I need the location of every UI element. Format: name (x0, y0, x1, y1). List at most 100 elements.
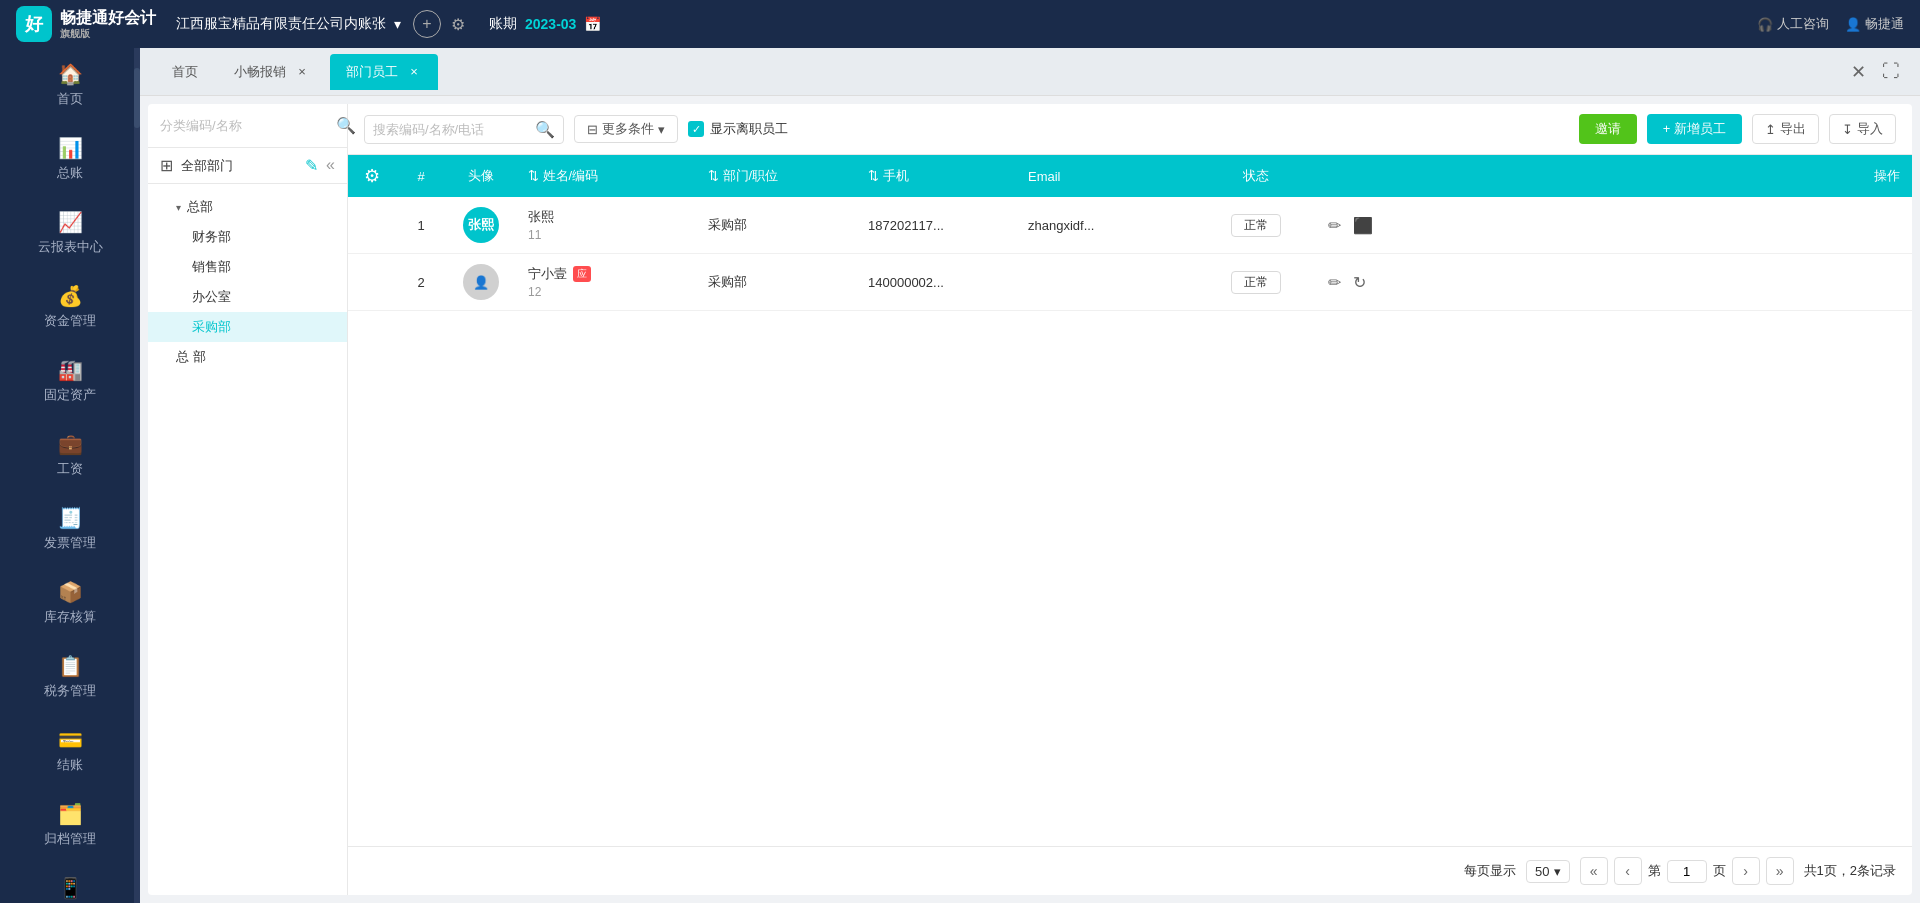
dept-collapse-icon[interactable]: « (326, 156, 335, 175)
tab-expand-btn[interactable]: ⛶ (1878, 57, 1904, 86)
sidebar-item-reports[interactable]: 📈 云报表中心 (0, 196, 140, 270)
table-row: 2 👤 宁小壹 (348, 254, 1912, 311)
tab-close-window-btn[interactable]: ✕ (1847, 57, 1870, 87)
dept-header: ⊞ 全部部门 ✎ « (148, 148, 347, 184)
invite-btn[interactable]: 邀请 (1579, 114, 1637, 144)
sidebar-label-salary: 工资 (57, 460, 83, 478)
employee-table: ⚙ # 头像 ⇅ 姓名/编码 ⇅ 部门/职位 (348, 155, 1912, 311)
dept-zongbu2-label: 总 部 (176, 348, 206, 366)
dept-purchase-label: 采购部 (192, 318, 231, 336)
page-prefix: 第 (1648, 862, 1661, 880)
table-header-row: ⚙ # 头像 ⇅ 姓名/编码 ⇅ 部门/职位 (348, 155, 1912, 197)
add-emp-btn[interactable]: + 新增员工 (1647, 114, 1742, 144)
row1-index: 1 (396, 197, 446, 254)
th-name[interactable]: ⇅ 姓名/编码 (516, 155, 696, 197)
per-page-select[interactable]: 50 ▾ (1526, 860, 1569, 883)
th-status: 状态 (1196, 155, 1316, 197)
assets-icon: 🏭 (58, 358, 83, 382)
company-selector[interactable]: 江西服宝精品有限责任公司内账张 ▾ (176, 15, 401, 33)
page-input[interactable] (1667, 860, 1707, 883)
row1-phone: 187202117... (856, 197, 1016, 254)
user-area[interactable]: 👤 畅捷通 (1845, 15, 1904, 33)
top-header: 好 畅捷通好会计 旗舰版 江西服宝精品有限责任公司内账张 ▾ + ⚙ 账期 20… (0, 0, 1920, 48)
sidebar-item-invoice[interactable]: 🧾 发票管理 (0, 492, 140, 566)
sidebar-item-home[interactable]: 🏠 首页 (0, 48, 140, 122)
dept-header-actions: ✎ « (305, 156, 335, 175)
sidebar-item-assets[interactable]: 🏭 固定资产 (0, 344, 140, 418)
dept-item-zongbu[interactable]: ▾ 总部 (148, 192, 347, 222)
table-body: 1 张熙 张熙 11 (348, 197, 1912, 311)
row1-status: 正常 (1196, 197, 1316, 254)
th-avatar: 头像 (446, 155, 516, 197)
import-btn[interactable]: ↧ 导入 (1829, 114, 1896, 144)
prev-page-btn[interactable]: ‹ (1614, 857, 1642, 885)
tab-expense-close[interactable]: × (294, 64, 310, 80)
dept-item-office[interactable]: 办公室 (148, 282, 347, 312)
settings-btn[interactable]: ⚙ (451, 15, 465, 34)
dept-item-sales[interactable]: 销售部 (148, 252, 347, 282)
period-label: 账期 (489, 15, 517, 33)
emp-search-input[interactable] (373, 122, 529, 137)
row2-phone: 140000002... (856, 254, 1016, 311)
row1-dept: 采购部 (696, 197, 856, 254)
row1-exit-icon[interactable]: ⬛ (1353, 216, 1373, 235)
settings-th-icon[interactable]: ⚙ (364, 166, 380, 186)
row2-edit-icon[interactable]: ✏ (1328, 273, 1341, 292)
row1-avatar: 张熙 (463, 207, 499, 243)
sidebar-item-close[interactable]: 💳 结账 (0, 714, 140, 788)
tabs-bar: 首页 小畅报销 × 部门员工 × ✕ ⛶ (140, 48, 1920, 96)
period-area: 账期 2023-03 📅 (489, 15, 601, 33)
dept-item-purchase[interactable]: 采购部 (148, 312, 347, 342)
tab-expense-label: 小畅报销 (234, 63, 286, 81)
emp-search-icon[interactable]: 🔍 (535, 120, 555, 139)
dept-all-label[interactable]: 全部部门 (181, 157, 297, 175)
sidebar-label-tax: 税务管理 (44, 682, 96, 700)
sidebar-item-tax[interactable]: 📋 税务管理 (0, 640, 140, 714)
company-dropdown-icon: ▾ (394, 16, 401, 32)
th-settings[interactable]: ⚙ (348, 155, 396, 197)
tab-home[interactable]: 首页 (156, 54, 214, 90)
sidebar-item-inventory[interactable]: 📦 库存核算 (0, 566, 140, 640)
dept-item-zongbu2[interactable]: 总 部 (148, 342, 347, 372)
calendar-icon[interactable]: 📅 (584, 16, 601, 32)
filter-btn[interactable]: ⊟ 更多条件 ▾ (574, 115, 678, 143)
row2-refresh-icon[interactable]: ↻ (1353, 273, 1366, 292)
dept-item-finance[interactable]: 财务部 (148, 222, 347, 252)
sidebar-item-archive[interactable]: 🗂️ 归档管理 (0, 788, 140, 862)
th-index: # (396, 155, 446, 197)
show-resigned-toggle[interactable]: ✓ 显示离职员工 (688, 120, 788, 138)
sidebar-item-expense[interactable]: 📱 小畅报销 (0, 862, 140, 903)
per-page-label: 每页显示 (1464, 862, 1516, 880)
last-page-btn[interactable]: » (1766, 857, 1794, 885)
tax-icon: 📋 (58, 654, 83, 678)
first-page-btn[interactable]: « (1580, 857, 1608, 885)
dept-tree: ▾ 总部 财务部 销售部 办公室 采购部 (148, 184, 347, 895)
sidebar-item-ledger[interactable]: 📊 总账 (0, 122, 140, 196)
row1-edit-icon[interactable]: ✏ (1328, 216, 1341, 235)
row1-email: zhangxidf... (1016, 197, 1196, 254)
dept-finance-label: 财务部 (192, 228, 231, 246)
total-records: 共1页，2条记录 (1804, 862, 1896, 880)
dept-search-input[interactable] (160, 118, 328, 133)
pagination-bar: 每页显示 50 ▾ « ‹ 第 页 › » 共1页，2条记录 (348, 846, 1912, 895)
row2-code: 12 (528, 285, 684, 299)
th-dept[interactable]: ⇅ 部门/职位 (696, 155, 856, 197)
page-nav: « ‹ 第 页 › » (1580, 857, 1794, 885)
support-btn[interactable]: 🎧 人工咨询 (1757, 15, 1829, 33)
sidebar-item-salary[interactable]: 💼 工资 (0, 418, 140, 492)
export-btn[interactable]: ↥ 导出 (1752, 114, 1819, 144)
close-icon: 💳 (58, 728, 83, 752)
dept-add-icon[interactable]: ✎ (305, 156, 318, 175)
tab-department[interactable]: 部门员工 × (330, 54, 438, 90)
sidebar-item-funds[interactable]: 💰 资金管理 (0, 270, 140, 344)
add-company-btn[interactable]: + (413, 10, 441, 38)
resigned-checkbox[interactable]: ✓ (688, 121, 704, 137)
tab-expense[interactable]: 小畅报销 × (218, 54, 326, 90)
next-page-btn[interactable]: › (1732, 857, 1760, 885)
tab-home-label: 首页 (172, 63, 198, 81)
period-value: 2023-03 (525, 16, 576, 32)
tab-department-close[interactable]: × (406, 64, 422, 80)
app-name: 畅捷通好会计 (60, 8, 156, 27)
row2-actions: ✏ ↻ (1316, 254, 1912, 311)
th-phone[interactable]: ⇅ 手机 (856, 155, 1016, 197)
